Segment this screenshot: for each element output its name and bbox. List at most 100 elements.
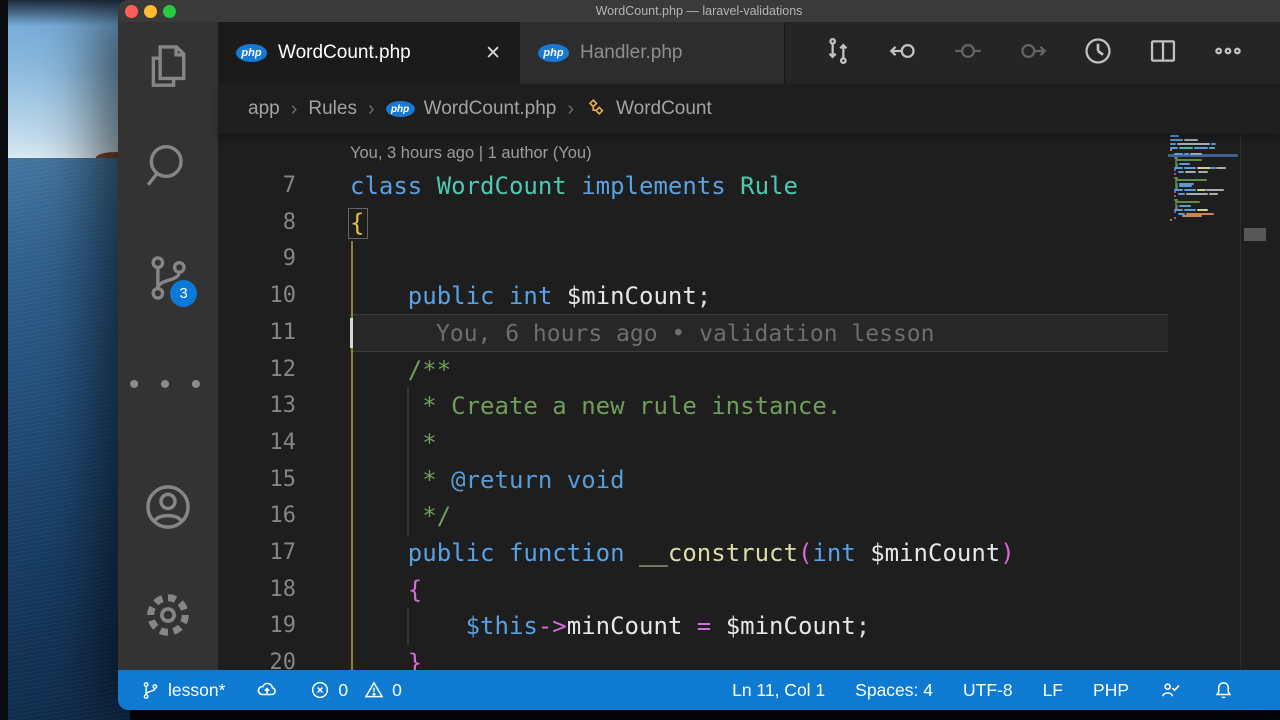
tab-label: Handler.php	[580, 42, 683, 63]
previous-change-icon[interactable]	[887, 35, 919, 72]
code-text: {	[407, 575, 423, 604]
file-history-icon[interactable]	[1082, 35, 1114, 72]
text-cursor	[350, 318, 353, 348]
minimap-line	[1182, 215, 1202, 217]
code-line[interactable]: 20 }	[218, 645, 1168, 670]
minimap-line	[1175, 179, 1207, 181]
account-icon[interactable]	[118, 478, 218, 536]
code-lines: 7 class WordCount implements Rule 8{9 10 pu…	[218, 168, 1168, 670]
code-line[interactable]: 14 *	[218, 425, 1168, 462]
source-control-badge: 3	[170, 280, 197, 307]
breadcrumb-folder[interactable]: Rules	[308, 98, 357, 120]
breadcrumb: app › Rules › php WordCount.php › WordCo…	[218, 84, 1280, 134]
git-branch-indicator[interactable]: lesson*	[140, 680, 225, 701]
line-number: 8	[282, 209, 296, 235]
traffic-lights	[125, 4, 176, 18]
minimap-line	[1194, 147, 1208, 149]
line-number: 15	[269, 466, 297, 492]
close-tab-icon[interactable]: ✕	[485, 42, 501, 65]
more-actions-icon[interactable]	[1212, 35, 1244, 72]
code-text: public function __construct(int $minCoun…	[407, 539, 1015, 568]
minimap-line	[1209, 193, 1218, 195]
indentation-indicator[interactable]: Spaces: 4	[855, 680, 933, 701]
title-bar[interactable]: WordCount.php — laravel-validations	[118, 0, 1280, 22]
gitlens-codelens[interactable]: You, 3 hours ago | 1 author (You)	[350, 138, 592, 168]
minimap-line	[1178, 171, 1184, 173]
minimap-line	[1178, 193, 1185, 195]
code-line[interactable]: 19 $this->minCount = $minCount;	[218, 608, 1168, 645]
minimap-line	[1185, 171, 1196, 173]
minimap-line	[1174, 191, 1176, 193]
code-text: /**	[407, 355, 452, 384]
code-line[interactable]: 16 */	[218, 498, 1168, 535]
feedback-icon[interactable]	[1159, 679, 1182, 702]
code-line[interactable]: 8{	[218, 205, 1168, 242]
next-change-icon[interactable]	[1017, 35, 1049, 72]
editor-actions	[822, 22, 1280, 84]
split-editor-icon[interactable]	[1147, 35, 1179, 72]
breadcrumb-file[interactable]: WordCount.php	[424, 98, 557, 120]
current-change-icon[interactable]	[952, 35, 984, 72]
breadcrumb-folder[interactable]: app	[248, 98, 280, 120]
status-bar: lesson* 0 0 Ln 11, Col 1 Spaces: 4 UTF-8…	[118, 670, 1280, 710]
code-text: *	[422, 428, 437, 457]
minimap-line	[1179, 185, 1192, 187]
minimap-line	[1206, 189, 1224, 191]
settings-gear-icon[interactable]	[118, 586, 218, 644]
minimap-line	[1177, 143, 1210, 145]
window-title: WordCount.php — laravel-validations	[595, 4, 803, 18]
branch-name: lesson*	[168, 679, 226, 700]
search-icon[interactable]	[118, 138, 218, 194]
minimap-line	[1170, 143, 1176, 145]
explorer-icon[interactable]	[118, 38, 218, 94]
code-text: * Create a new rule instance.	[422, 392, 842, 421]
cursor-position-indicator[interactable]: Ln 11, Col 1	[732, 680, 825, 701]
sync-changes-button[interactable]	[255, 678, 279, 702]
code-line[interactable]: 12 /**	[218, 352, 1168, 389]
code-line[interactable]: 11 You, 6 hours ago • validation lesson	[218, 315, 1168, 352]
minimap-line	[1184, 139, 1198, 141]
wallpaper-ocean	[0, 158, 130, 720]
code-line[interactable]: 7 class WordCount implements Rule	[218, 168, 1168, 205]
minimap-line	[1174, 169, 1176, 171]
minimize-window-button[interactable]	[144, 4, 157, 18]
minimap[interactable]	[1168, 135, 1238, 670]
code-line[interactable]: 13 * Create a new rule instance.	[218, 388, 1168, 425]
minimap-line	[1209, 147, 1215, 149]
line-number: 16	[269, 503, 297, 529]
breadcrumb-symbol[interactable]: WordCount	[616, 98, 712, 120]
eol-indicator[interactable]: LF	[1043, 680, 1063, 701]
tab-handler-php[interactable]: php Handler.php	[520, 22, 785, 84]
line-number: 12	[269, 356, 297, 382]
scrollbar-thumb[interactable]	[1244, 228, 1266, 241]
gitlens-compare-icon[interactable]	[822, 35, 854, 72]
code-line[interactable]: 17 public function __construct(int $minC…	[218, 535, 1168, 572]
code-line[interactable]: 10 public int $minCount;	[218, 278, 1168, 315]
minimap-current-line	[1168, 154, 1238, 157]
minimap-line	[1184, 189, 1196, 191]
code-line[interactable]: 15 * @return void	[218, 462, 1168, 499]
more-views-icon[interactable]: • • •	[118, 370, 218, 400]
close-window-button[interactable]	[125, 4, 138, 18]
tab-wordcount-php[interactable]: php WordCount.php ✕	[218, 22, 520, 84]
language-mode-indicator[interactable]: PHP	[1093, 680, 1129, 701]
minimap-line	[1197, 167, 1211, 169]
code-line[interactable]: 18 {	[218, 572, 1168, 609]
minimap-line	[1170, 149, 1172, 151]
line-number: 14	[269, 429, 297, 455]
line-number: 11	[269, 319, 297, 345]
minimap-line	[1184, 167, 1196, 169]
minimap-line	[1216, 167, 1226, 169]
encoding-indicator[interactable]: UTF-8	[963, 680, 1013, 701]
code-editor[interactable]: You, 3 hours ago | 1 author (You) 7 class…	[218, 134, 1280, 670]
source-control-icon[interactable]: 3	[118, 250, 218, 307]
gitlens-blame-annotation: You, 6 hours ago • validation lesson	[436, 320, 935, 347]
tab-label: WordCount.php	[278, 42, 411, 63]
zoom-window-button[interactable]	[163, 4, 176, 18]
code-line[interactable]: 9	[218, 241, 1168, 278]
code-text: */	[422, 502, 452, 531]
problems-indicator[interactable]: 0 0	[309, 679, 402, 701]
line-number: 20	[269, 650, 297, 670]
line-number: 9	[282, 246, 296, 272]
notifications-bell-icon[interactable]	[1212, 679, 1235, 702]
